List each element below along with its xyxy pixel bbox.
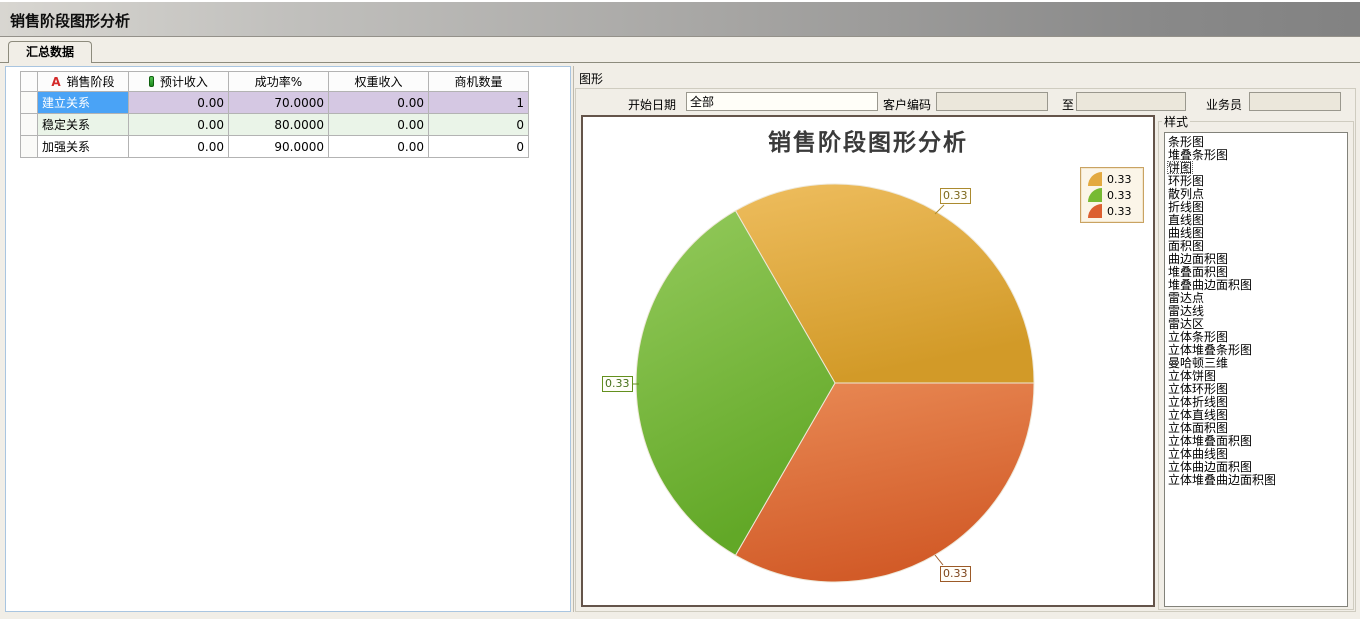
tabstrip-divider [0,62,1360,63]
legend-entry: 0.33 [1085,203,1139,219]
style-list-item[interactable]: 立体饼图 [1167,369,1217,382]
table-header-row: A 销售阶段 预计收入 成功率% 权重收入 商机数量 [21,72,529,92]
pie-label-green: 0.33 [602,376,633,392]
tab-summary-data[interactable]: 汇总数据 [8,41,92,63]
style-list-item[interactable]: 雷达线 [1167,304,1205,317]
app-window: { "window": { "title": "销售阶段图形分析" }, "ta… [0,0,1360,619]
style-list-item[interactable]: 雷达区 [1167,317,1205,330]
stage-table-body: 建立关系0.0070.00000.001稳定关系0.0080.00000.000… [21,92,529,158]
stage-cell[interactable]: 建立关系 [38,92,129,114]
green-bar-icon [149,76,154,87]
success-rate-cell[interactable]: 80.0000 [229,114,329,136]
stage-cell[interactable]: 加强关系 [38,136,129,158]
style-list-item[interactable]: 散列点 [1167,187,1205,200]
callout-leader-red [935,555,943,565]
table-row: 加强关系0.0090.00000.000 [21,136,529,158]
legend-wedge-icon [1085,172,1103,187]
col-header-opportunity-count[interactable]: 商机数量 [429,72,529,92]
opportunity-count-cell[interactable]: 0 [429,114,529,136]
stage-cell[interactable]: 稳定关系 [38,114,129,136]
summary-grid-panel: A 销售阶段 预计收入 成功率% 权重收入 商机数量 建立关系0.0070.00… [5,66,571,612]
pie-label-orange: 0.33 [940,188,971,204]
style-list-item[interactable]: 立体直线图 [1167,408,1229,421]
pie-chart [583,117,1153,605]
weighted-income-cell[interactable]: 0.00 [329,136,429,158]
style-list-item[interactable]: 立体堆叠条形图 [1167,343,1253,356]
row-selector-cell[interactable] [21,136,38,158]
style-list-item[interactable]: 立体曲线图 [1167,447,1229,460]
legend-entry: 0.33 [1085,171,1139,187]
to-label: 至 [1062,96,1074,112]
customer-code-label: 客户编码 [883,96,931,112]
legend-entry-label: 0.33 [1107,173,1132,186]
panel-splitter[interactable] [573,66,574,612]
titlebar: 销售阶段图形分析 [0,0,1360,37]
style-list-item[interactable]: 直线图 [1167,213,1205,226]
success-rate-cell[interactable]: 70.0000 [229,92,329,114]
style-list-item[interactable]: 立体面积图 [1167,421,1229,434]
style-list-item[interactable]: 雷达点 [1167,291,1205,304]
style-list-item[interactable]: 饼图 [1167,161,1193,174]
legend-entry-label: 0.33 [1107,189,1132,202]
page-title: 销售阶段图形分析 [10,10,130,31]
chart-style-listbox[interactable]: 条形图堆叠条形图饼图环形图散列点折线图直线图曲线图面积图曲边面积图堆叠面积图堆叠… [1164,132,1348,607]
row-selector-cell[interactable] [21,114,38,136]
style-list-item[interactable]: 条形图 [1167,135,1205,148]
style-list-item[interactable]: 立体曲边面积图 [1167,460,1253,473]
style-list-item[interactable]: 曲边面积图 [1167,252,1229,265]
start-date-input[interactable] [686,92,878,111]
legend-wedge-icon [1085,204,1103,219]
weighted-income-cell[interactable]: 0.00 [329,114,429,136]
opportunity-count-cell[interactable]: 0 [429,136,529,158]
style-list-item[interactable]: 曲线图 [1167,226,1205,239]
row-selector-header [21,72,38,92]
legend-entry-label: 0.33 [1107,205,1132,218]
style-list-item[interactable]: 曼哈顿三维 [1167,356,1229,369]
style-list-item[interactable]: 立体堆叠面积图 [1167,434,1253,447]
success-rate-cell[interactable]: 90.0000 [229,136,329,158]
customer-code-input[interactable] [936,92,1048,111]
style-list-item[interactable]: 立体条形图 [1167,330,1229,343]
style-list-item[interactable]: 折线图 [1167,200,1205,213]
style-list-item[interactable]: 堆叠条形图 [1167,148,1229,161]
style-groupbox-label: 样式 [1162,113,1190,130]
style-list-item[interactable]: 环形图 [1167,174,1205,187]
style-list-item[interactable]: 堆叠曲边面积图 [1167,278,1253,291]
legend-wedge-icon [1085,188,1103,203]
salesperson-label: 业务员 [1206,96,1242,112]
style-list-item[interactable]: 面积图 [1167,239,1205,252]
style-list-item[interactable]: 立体环形图 [1167,382,1229,395]
start-date-label: 开始日期 [628,96,676,112]
expected-income-cell[interactable]: 0.00 [129,92,229,114]
salesperson-input[interactable] [1249,92,1341,111]
table-row: 稳定关系0.0080.00000.000 [21,114,529,136]
graph-groupbox-label: 图形 [579,70,603,87]
expected-income-cell[interactable]: 0.00 [129,114,229,136]
col-header-weighted-income[interactable]: 权重收入 [329,72,429,92]
weighted-income-cell[interactable]: 0.00 [329,92,429,114]
style-list-item[interactable]: 立体堆叠曲边面积图 [1167,473,1277,486]
chart-legend: 0.33 0.33 0.33 [1080,167,1144,223]
col-header-stage[interactable]: A 销售阶段 [38,72,129,92]
col-header-success-rate[interactable]: 成功率% [229,72,329,92]
legend-entry: 0.33 [1085,187,1139,203]
expected-income-cell[interactable]: 0.00 [129,136,229,158]
stage-table: A 销售阶段 预计收入 成功率% 权重收入 商机数量 建立关系0.0070.00… [20,71,529,158]
style-list-item[interactable]: 立体折线图 [1167,395,1229,408]
pie-label-red: 0.33 [940,566,971,582]
table-row: 建立关系0.0070.00000.001 [21,92,529,114]
opportunity-count-cell[interactable]: 1 [429,92,529,114]
to-date-input[interactable] [1076,92,1186,111]
style-list-item[interactable]: 堆叠面积图 [1167,265,1229,278]
col-header-expected-income[interactable]: 预计收入 [129,72,229,92]
chart-canvas: 销售阶段图形分析 0.33 0.33 0.33 0.330.330.33 [581,115,1155,607]
callout-leader-orange [935,205,944,214]
row-selector-cell[interactable] [21,92,38,114]
red-A-icon: A [51,75,60,89]
